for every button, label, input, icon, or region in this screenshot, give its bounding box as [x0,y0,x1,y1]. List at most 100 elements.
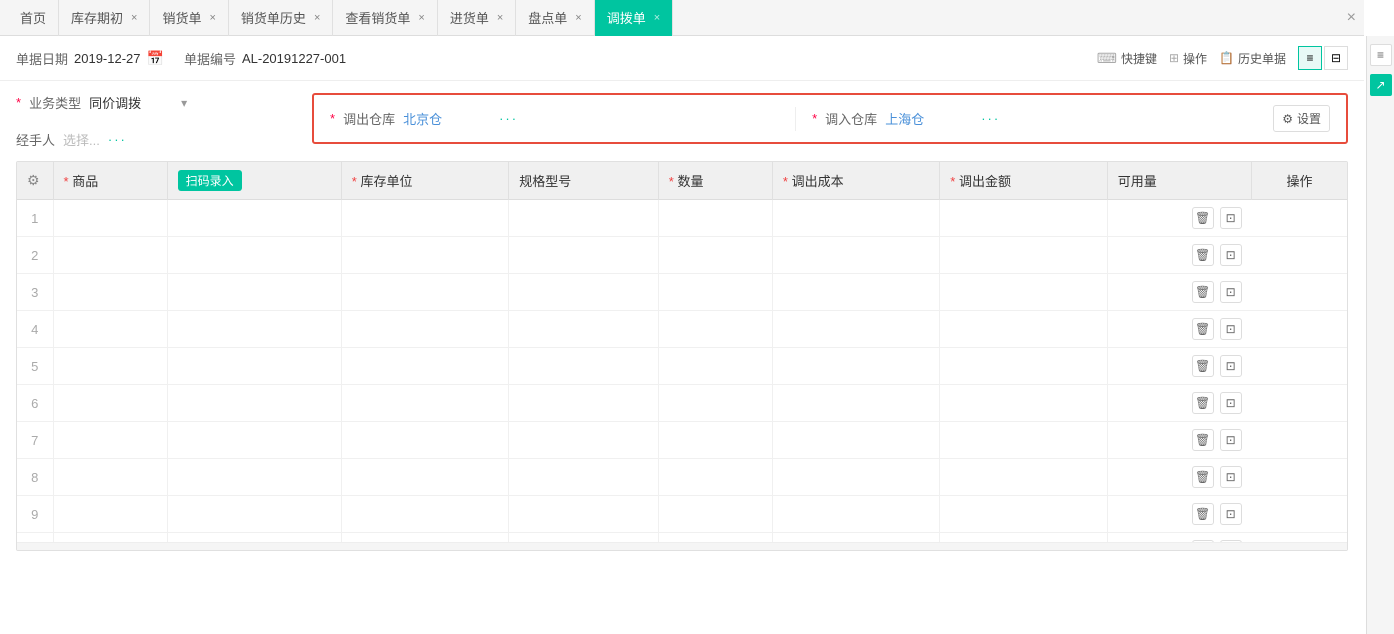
cost-cell[interactable] [658,385,772,422]
list-view-btn[interactable]: ≡ [1298,46,1322,70]
warehouse-settings-btn[interactable]: ⚙ 设置 [1273,105,1330,132]
delete-row-btn[interactable]: 🗑 [1192,466,1214,488]
product-cell[interactable] [53,237,167,274]
spec-cell[interactable] [341,348,508,385]
cost-cell[interactable] [658,459,772,496]
unit-cell[interactable] [167,348,341,385]
copy-row-btn[interactable]: ⊡ [1220,244,1242,266]
spec-cell[interactable] [341,200,508,237]
delete-row-btn[interactable]: 🗑 [1192,540,1214,542]
delete-row-btn[interactable]: 🗑 [1192,207,1214,229]
tab-close-sales-order[interactable]: × [209,12,215,24]
available-cell[interactable] [940,274,1107,311]
quantity-cell[interactable] [509,274,659,311]
unit-cell[interactable] [167,274,341,311]
spec-cell[interactable] [341,496,508,533]
copy-row-btn[interactable]: ⊡ [1220,355,1242,377]
available-cell[interactable] [940,385,1107,422]
product-cell[interactable] [53,533,167,543]
transfer-in-more[interactable]: ··· [981,111,1000,126]
available-cell[interactable] [940,311,1107,348]
available-cell[interactable] [940,496,1107,533]
cost-cell[interactable] [658,533,772,543]
history-btn[interactable]: 📋 历史单据 [1219,50,1286,67]
product-cell[interactable] [53,200,167,237]
spec-cell[interactable] [341,274,508,311]
column-settings-icon[interactable]: ⚙ [27,172,40,188]
product-cell[interactable] [53,274,167,311]
quantity-cell[interactable] [509,348,659,385]
available-cell[interactable] [940,459,1107,496]
tab-close-inventory-check[interactable]: × [575,12,581,24]
amount-cell[interactable] [772,237,939,274]
available-cell[interactable] [940,348,1107,385]
tab-close-view-sales[interactable]: × [418,12,424,24]
product-cell[interactable] [53,496,167,533]
cost-cell[interactable] [658,496,772,533]
tab-view-sales[interactable]: 查看销货单 × [333,0,437,36]
spec-cell[interactable] [341,459,508,496]
quantity-cell[interactable] [509,311,659,348]
unit-cell[interactable] [167,311,341,348]
available-cell[interactable] [940,237,1107,274]
copy-row-btn[interactable]: ⊡ [1220,318,1242,340]
delete-row-btn[interactable]: 🗑 [1192,318,1214,340]
tab-close-purchase-order[interactable]: × [497,12,503,24]
tab-sales-history[interactable]: 销货单历史 × [229,0,333,36]
delete-row-btn[interactable]: 🗑 [1192,355,1214,377]
cost-cell[interactable] [658,237,772,274]
calendar-icon[interactable]: 📅 [147,50,164,67]
grid-view-btn[interactable]: ⊟ [1324,46,1348,70]
amount-cell[interactable] [772,533,939,543]
copy-row-btn[interactable]: ⊡ [1220,503,1242,525]
amount-cell[interactable] [772,200,939,237]
quantity-cell[interactable] [509,459,659,496]
quantity-cell[interactable] [509,200,659,237]
available-cell[interactable] [940,533,1107,543]
delete-row-btn[interactable]: 🗑 [1192,281,1214,303]
amount-cell[interactable] [772,385,939,422]
transfer-out-more[interactable]: ··· [499,111,518,126]
spec-cell[interactable] [341,422,508,459]
amount-cell[interactable] [772,274,939,311]
cost-cell[interactable] [658,274,772,311]
operations-btn[interactable]: ⊞ 操作 [1169,50,1207,67]
amount-cell[interactable] [772,459,939,496]
available-cell[interactable] [940,200,1107,237]
unit-cell[interactable] [167,385,341,422]
sidebar-list-btn[interactable]: ≡ [1370,44,1392,66]
quantity-cell[interactable] [509,533,659,543]
copy-row-btn[interactable]: ⊡ [1220,540,1242,542]
delete-row-btn[interactable]: 🗑 [1192,503,1214,525]
tab-close-sales-history[interactable]: × [314,12,320,24]
scan-barcode-btn[interactable]: 扫码录入 [178,170,242,191]
close-all-tabs[interactable]: × [1347,9,1356,27]
tab-close-inventory-init[interactable]: × [131,12,137,24]
col-settings-header[interactable]: ⚙ [17,162,53,200]
cost-cell[interactable] [658,348,772,385]
tab-close-transfer-order[interactable]: × [654,12,660,24]
spec-cell[interactable] [341,385,508,422]
unit-cell[interactable] [167,459,341,496]
tab-home[interactable]: 首页 [8,0,59,36]
copy-row-btn[interactable]: ⊡ [1220,429,1242,451]
spec-cell[interactable] [341,237,508,274]
business-type-dropdown[interactable]: ▾ [177,94,191,112]
col-scan-header[interactable]: 扫码录入 [167,162,341,200]
manager-more-btn[interactable]: ··· [108,132,127,147]
quantity-cell[interactable] [509,496,659,533]
product-cell[interactable] [53,348,167,385]
unit-cell[interactable] [167,422,341,459]
tab-sales-order[interactable]: 销货单 × [150,0,228,36]
delete-row-btn[interactable]: 🗑 [1192,244,1214,266]
copy-row-btn[interactable]: ⊡ [1220,392,1242,414]
sidebar-export-btn[interactable]: ↗ [1370,74,1392,96]
tab-inventory-init[interactable]: 库存期初 × [59,0,150,36]
amount-cell[interactable] [772,311,939,348]
available-cell[interactable] [940,422,1107,459]
cost-cell[interactable] [658,200,772,237]
amount-cell[interactable] [772,496,939,533]
delete-row-btn[interactable]: 🗑 [1192,392,1214,414]
unit-cell[interactable] [167,496,341,533]
spec-cell[interactable] [341,533,508,543]
